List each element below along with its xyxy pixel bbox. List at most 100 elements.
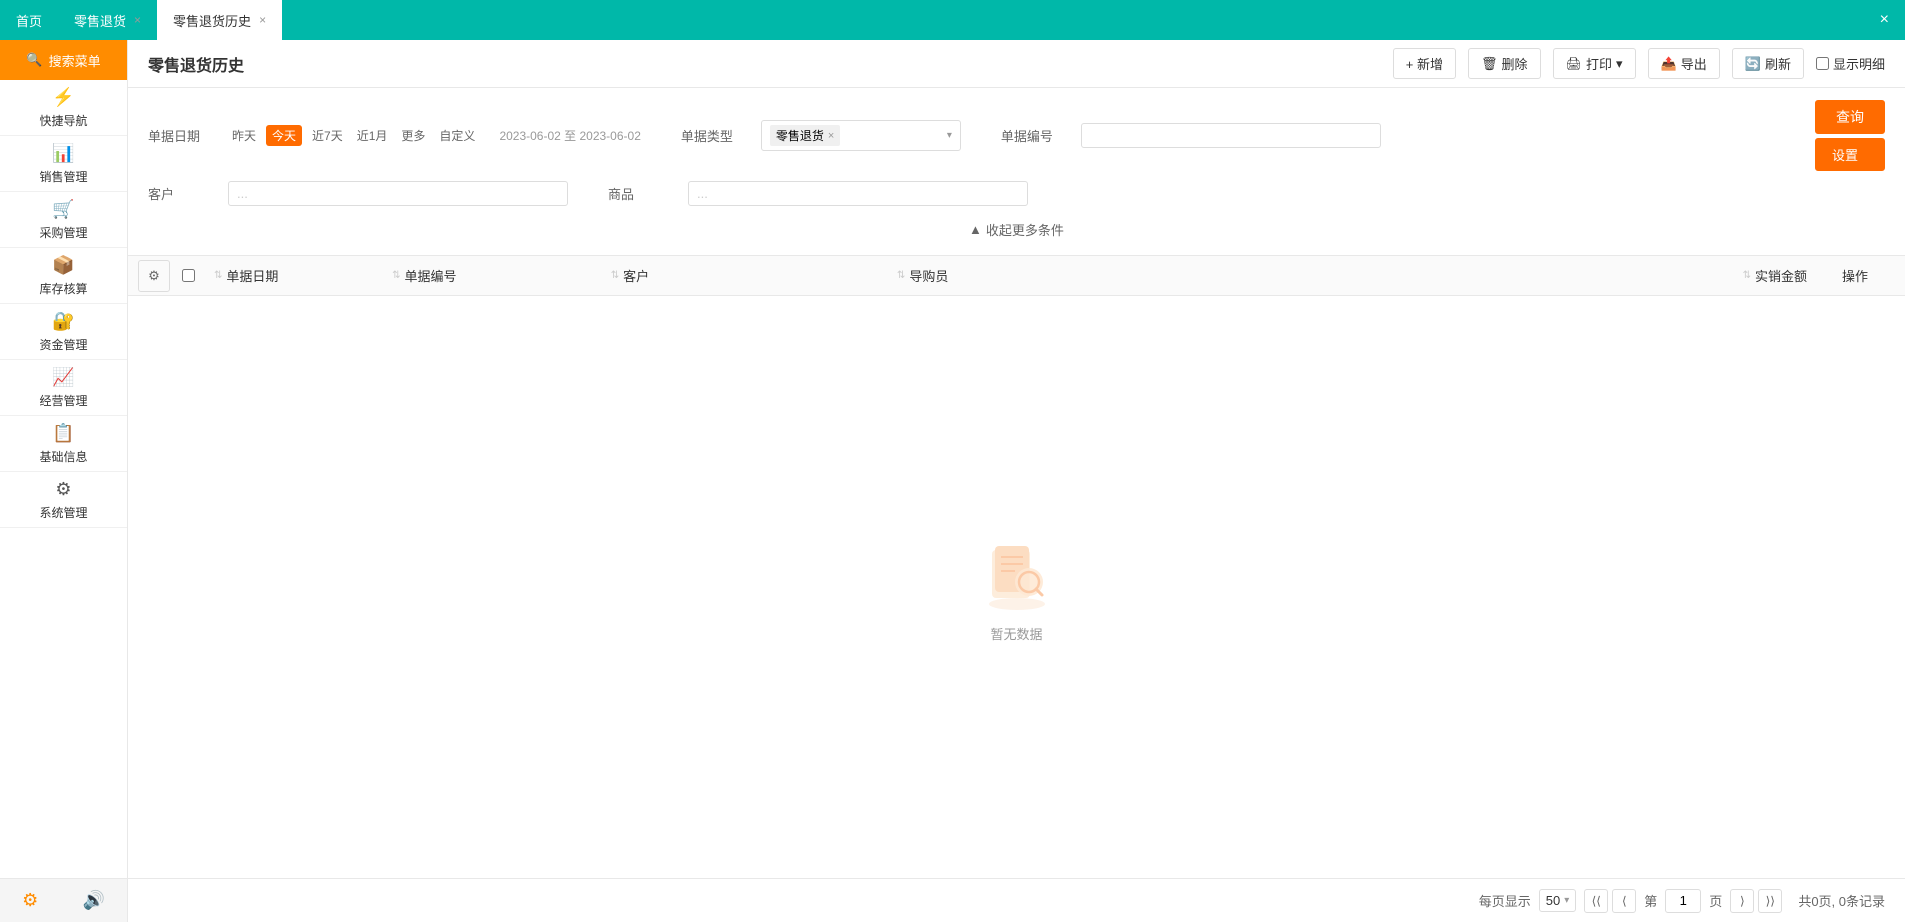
collapse-filter-button[interactable]: ▲ 收起更多条件 xyxy=(148,216,1885,243)
sidebar-item-system-mgmt[interactable]: ⚙ 系统管理 xyxy=(0,472,127,528)
empty-state-text: 暂无数据 xyxy=(990,624,1042,643)
query-button[interactable]: 查询 xyxy=(1815,100,1885,134)
type-tag-remove[interactable]: × xyxy=(828,130,834,142)
page-title: 零售退货历史 xyxy=(148,52,1393,76)
type-tag: 零售退货 × xyxy=(770,125,840,146)
sidebar-item-inventory[interactable]: 📦 库存核算 xyxy=(0,248,127,304)
sidebar-item-sales-mgmt[interactable]: 📊 销售管理 xyxy=(0,136,127,192)
col-header-customer: ⇅ 客户 xyxy=(603,266,889,285)
col-header-date: ⇅ 单据日期 xyxy=(206,266,384,285)
customer-input[interactable]: ... xyxy=(228,181,568,206)
table-header: ⚙ ⇅ 单据日期 ⇅ 单据编号 ⇅ 客户 ⇅ 导购员 xyxy=(128,256,1905,296)
date-label: 单据日期 xyxy=(148,126,208,145)
customer-label: 客户 xyxy=(148,184,208,203)
date-today[interactable]: 今天 xyxy=(266,125,302,146)
display-detail-input[interactable] xyxy=(1816,57,1829,70)
page-size-label: 每页显示 xyxy=(1479,891,1531,910)
type-select[interactable]: 零售退货 × ▾ xyxy=(761,120,961,151)
voucher-label: 单据编号 xyxy=(1001,126,1061,145)
page-label: 第 xyxy=(1644,891,1657,910)
date-shortcuts: 昨天 今天 近7天 近1月 更多 自定义 xyxy=(228,125,479,146)
search-icon: 🔍 xyxy=(26,52,42,68)
filter-area: 单据日期 昨天 今天 近7天 近1月 更多 自定义 2023-06-02 至 2… xyxy=(128,88,1905,256)
page-total: 共0页, 0条记录 xyxy=(1798,891,1885,910)
date-custom[interactable]: 自定义 xyxy=(435,125,479,146)
sidebar-search[interactable]: 🔍 搜索菜单 xyxy=(0,40,127,80)
filter-row-1: 单据日期 昨天 今天 近7天 近1月 更多 自定义 2023-06-02 至 2… xyxy=(148,100,1885,171)
sales-icon: 📊 xyxy=(52,143,74,164)
sort-icon-date[interactable]: ⇅ xyxy=(214,270,222,281)
print-dropdown-icon: ▾ xyxy=(1616,56,1623,72)
inventory-icon: 📦 xyxy=(52,255,74,276)
type-select-arrow: ▾ xyxy=(947,130,952,141)
filter-row-2: 客户 ... 商品 ... xyxy=(148,181,1885,206)
tab-retail-return-history[interactable]: 零售退货历史 × xyxy=(157,0,282,40)
close-tab-retail-return-history[interactable]: × xyxy=(259,13,266,27)
tab-retail-return[interactable]: 零售退货 × xyxy=(58,0,157,40)
sidebar-bottom: ⚙ 🔊 xyxy=(0,878,127,922)
type-label: 单据类型 xyxy=(681,126,741,145)
sort-icon-guide[interactable]: ⇅ xyxy=(897,270,905,281)
sidebar-item-basic-info[interactable]: 📋 基础信息 xyxy=(0,416,127,472)
window-close-button[interactable]: × xyxy=(1864,11,1905,29)
collapse-icon: ▲ xyxy=(969,222,982,237)
col-header-num: ⇅ 单据编号 xyxy=(384,266,603,285)
page-size-select[interactable]: 50 ▾ xyxy=(1539,889,1577,912)
refresh-icon: 🔄 xyxy=(1745,56,1761,72)
goods-label: 商品 xyxy=(608,184,668,203)
display-detail-checkbox[interactable]: 显示明细 xyxy=(1816,54,1885,73)
empty-state: 暂无数据 xyxy=(128,296,1905,878)
date-yesterday[interactable]: 昨天 xyxy=(228,125,260,146)
export-button[interactable]: 📤 导出 xyxy=(1648,48,1720,79)
sidebar-item-operation-mgmt[interactable]: 📈 经营管理 xyxy=(0,360,127,416)
select-all-checkbox-col[interactable] xyxy=(170,269,206,282)
delete-icon: 🗑 xyxy=(1481,56,1498,72)
print-icon: 🖨 xyxy=(1566,56,1583,72)
page-last-button[interactable]: ⟩⟩ xyxy=(1758,889,1782,913)
finance-icon: 🔐 xyxy=(52,311,74,332)
new-button[interactable]: + 新增 xyxy=(1393,48,1456,79)
page-size-arrow: ▾ xyxy=(1564,895,1569,906)
content-area: 零售退货历史 + 新增 🗑 删除 🖨 打印 ▾ 📤 导出 xyxy=(128,40,1905,922)
basic-info-icon: 📋 xyxy=(52,423,74,444)
sort-icon-num[interactable]: ⇅ xyxy=(392,270,400,281)
quick-nav-icon: ⚡ xyxy=(52,87,74,108)
print-button[interactable]: 🖨 打印 ▾ xyxy=(1553,48,1636,79)
purchase-icon: 🛒 xyxy=(52,199,74,220)
goods-input[interactable]: ... xyxy=(688,181,1028,206)
sidebar-item-finance-mgmt[interactable]: 🔐 资金管理 xyxy=(0,304,127,360)
system-icon: ⚙ xyxy=(55,479,71,500)
select-all-checkbox[interactable] xyxy=(182,269,195,282)
empty-state-icon xyxy=(977,532,1057,612)
header-actions: + 新增 🗑 删除 🖨 打印 ▾ 📤 导出 🔄 刷新 xyxy=(1393,48,1885,79)
column-settings-icon[interactable]: ⚙ xyxy=(138,260,170,292)
settings-bottom-icon[interactable]: ⚙ xyxy=(22,890,38,911)
col-header-action: 操作 xyxy=(1815,266,1895,285)
refresh-button[interactable]: 🔄 刷新 xyxy=(1732,48,1804,79)
sidebar-item-purchase-mgmt[interactable]: 🛒 采购管理 xyxy=(0,192,127,248)
page-next-button[interactable]: ⟩ xyxy=(1730,889,1754,913)
date-more[interactable]: 更多 xyxy=(397,125,429,146)
setting-button[interactable]: 设置 xyxy=(1815,138,1885,171)
pagination: 每页显示 50 ▾ ⟨⟨ ⟨ 第 页 ⟩ ⟩⟩ 共0页, 0条记录 xyxy=(128,878,1905,922)
page-nav: ⟨⟨ ⟨ 第 页 ⟩ ⟩⟩ xyxy=(1584,889,1782,913)
delete-button[interactable]: 🗑 删除 xyxy=(1468,48,1541,79)
page-first-button[interactable]: ⟨⟨ xyxy=(1584,889,1608,913)
sound-bottom-icon[interactable]: 🔊 xyxy=(82,890,104,911)
tab-home[interactable]: 首页 xyxy=(0,0,58,40)
close-tab-retail-return[interactable]: × xyxy=(134,13,141,27)
voucher-input[interactable] xyxy=(1081,123,1381,148)
export-icon: 📤 xyxy=(1661,56,1677,72)
date-1month[interactable]: 近1月 xyxy=(353,125,392,146)
col-header-guide: ⇅ 导购员 xyxy=(889,266,1108,285)
page-unit: 页 xyxy=(1709,891,1722,910)
sort-icon-customer[interactable]: ⇅ xyxy=(611,270,619,281)
sort-icon-amount[interactable]: ⇅ xyxy=(1743,270,1751,281)
page-header: 零售退货历史 + 新增 🗑 删除 🖨 打印 ▾ 📤 导出 xyxy=(128,40,1905,88)
page-prev-button[interactable]: ⟨ xyxy=(1612,889,1636,913)
sidebar-item-quick-nav[interactable]: ⚡ 快捷导航 xyxy=(0,80,127,136)
page-input[interactable] xyxy=(1665,889,1701,913)
operation-icon: 📈 xyxy=(52,367,74,388)
table-area: ⚙ ⇅ 单据日期 ⇅ 单据编号 ⇅ 客户 ⇅ 导购员 xyxy=(128,256,1905,922)
date-7days[interactable]: 近7天 xyxy=(308,125,347,146)
